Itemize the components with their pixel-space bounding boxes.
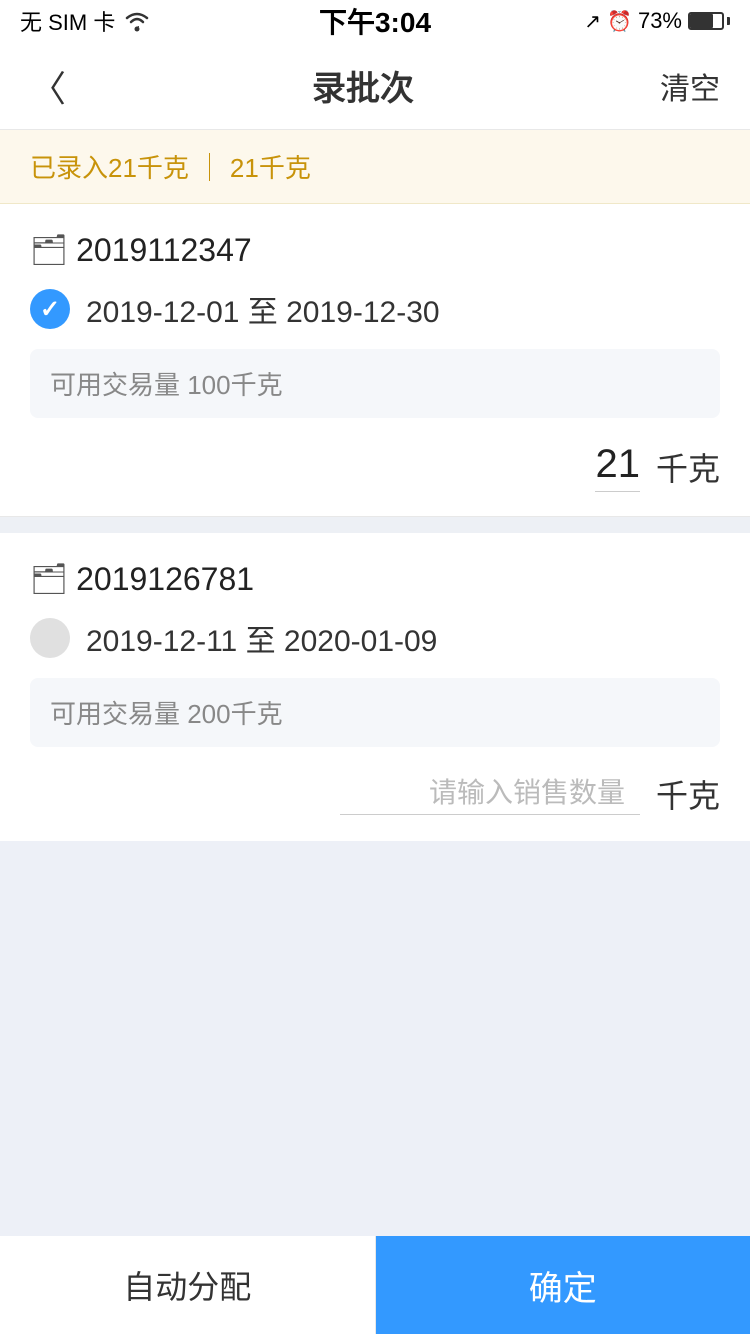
batch-2-input-unit: 千克	[656, 771, 720, 817]
batch-2-radio[interactable]	[30, 618, 70, 658]
batch-1-amount-row: 21 千克	[0, 418, 750, 517]
battery-percent: 73%	[638, 8, 682, 34]
batch-1-amount-unit: 千克	[656, 444, 720, 490]
batch-1-available-text: 可用交易量 100千克	[50, 370, 283, 400]
section-separator	[0, 517, 750, 533]
location-icon: ↗	[584, 9, 601, 34]
confirm-button[interactable]: 确定	[376, 1236, 750, 1334]
batch-1-date-row[interactable]: ✓ 2019-12-01 至 2019-12-30	[30, 287, 720, 331]
carrier-text: 无 SIM 卡	[20, 5, 115, 37]
batch-2-input-row: 千克	[0, 747, 750, 841]
batch-2-card: 🗂 2019126781 2019-12-11 至 2020-01-09 可用交…	[0, 533, 750, 747]
nav-bar: 〈 录批次 清空	[0, 42, 750, 130]
batch-2-id-row: 🗂 2019126781	[30, 561, 720, 598]
info-banner: 已录入21千克 21千克	[0, 130, 750, 204]
info-divider	[209, 153, 210, 181]
auto-distribute-button[interactable]: 自动分配	[0, 1236, 376, 1334]
status-bar: 无 SIM 卡 下午3:04 ↗ ⏰ 73%	[0, 0, 750, 42]
clear-button[interactable]: 清空	[660, 64, 720, 108]
page-title: 录批次	[312, 61, 414, 110]
batch-2-date-row[interactable]: 2019-12-11 至 2020-01-09	[30, 616, 720, 660]
battery-icon	[688, 12, 730, 30]
batch-1-card: 🗂 2019112347 ✓ 2019-12-01 至 2019-12-30 可…	[0, 204, 750, 418]
batch-2-date: 2019-12-11 至 2020-01-09	[86, 616, 437, 660]
batch-1-date: 2019-12-01 至 2019-12-30	[86, 287, 440, 331]
info-label-1: 已录入21千克	[30, 148, 189, 185]
batch-2-available-text: 可用交易量 200千克	[50, 699, 283, 729]
info-label-2: 21千克	[230, 148, 311, 185]
status-right: ↗ ⏰ 73%	[584, 8, 730, 34]
checkmark-icon: ✓	[40, 295, 60, 324]
status-left: 无 SIM 卡	[20, 5, 151, 37]
status-time: 下午3:04	[319, 1, 431, 41]
batch-2-quantity-input[interactable]	[340, 773, 640, 815]
empty-area	[0, 841, 750, 1271]
batch-2-icon: 🗂	[30, 562, 68, 597]
batch-2-available: 可用交易量 200千克	[30, 678, 720, 747]
batch-1-available: 可用交易量 100千克	[30, 349, 720, 418]
alarm-icon: ⏰	[607, 9, 632, 34]
wifi-icon	[123, 10, 151, 32]
batch-1-icon: 🗂	[30, 233, 68, 268]
bottom-bar: 自动分配 确定	[0, 1236, 750, 1334]
batch-1-id-row: 🗂 2019112347	[30, 232, 720, 269]
batch-1-amount-value[interactable]: 21	[595, 442, 640, 492]
batch-1-radio[interactable]: ✓	[30, 289, 70, 329]
batch-1-id: 2019112347	[76, 232, 252, 269]
batch-2-id: 2019126781	[76, 561, 254, 598]
back-button[interactable]: 〈	[30, 60, 66, 112]
